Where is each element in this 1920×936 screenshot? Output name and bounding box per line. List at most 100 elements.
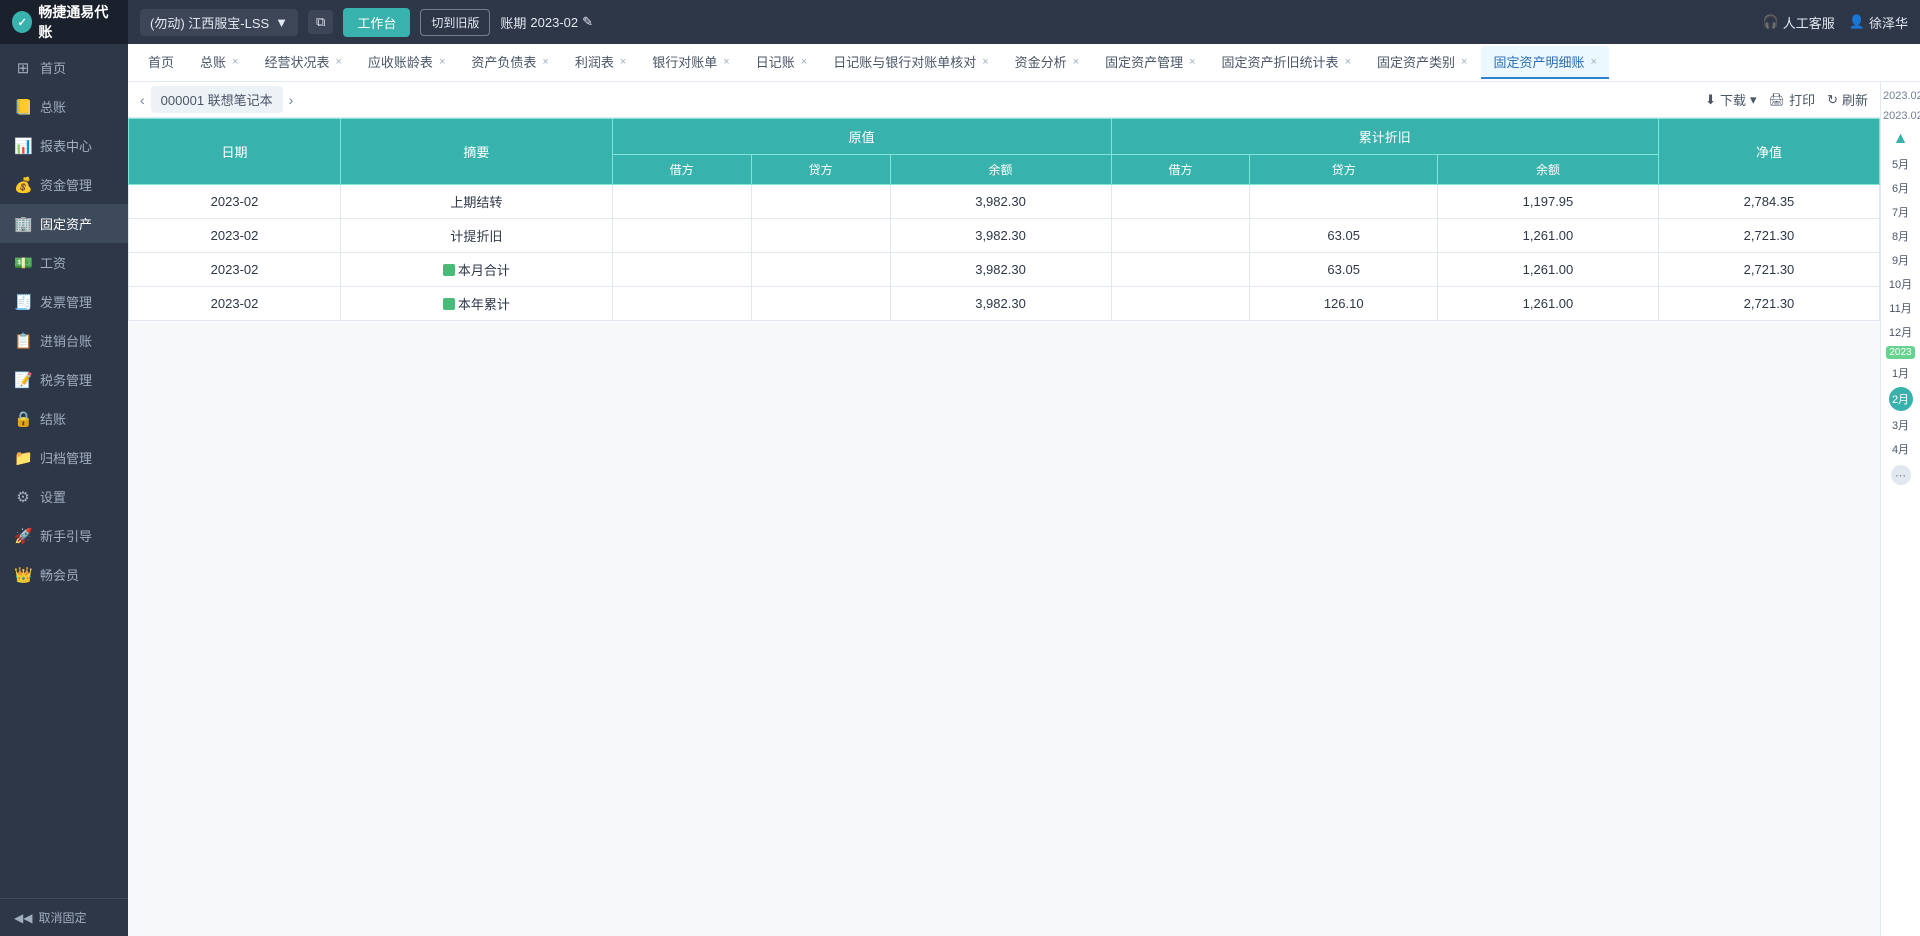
period-edit-icon[interactable]: ✎ <box>582 14 593 30</box>
cell-orig-credit <box>751 253 890 287</box>
right-panel-month[interactable]: 3月 <box>1881 413 1920 437</box>
company-selector[interactable]: (勿动) 江西服宝-LSS ▼ <box>140 9 298 36</box>
sub-tab-item[interactable]: 000001 联想笔记本 <box>151 86 283 113</box>
tab-bank-check[interactable]: 日记账与银行对账单核对× <box>821 46 1000 79</box>
tab-fixed-type[interactable]: 固定资产类别× <box>1365 46 1479 79</box>
tab-close-fund[interactable]: × <box>1073 56 1079 68</box>
tab-close-general[interactable]: × <box>232 56 238 68</box>
switch-old-button[interactable]: 切到旧版 <box>420 9 490 36</box>
cell-depr-debit <box>1111 287 1250 321</box>
right-panel-up-arrow[interactable]: ▲ <box>1889 126 1913 152</box>
tab-close-fixed-detail[interactable]: × <box>1590 56 1596 68</box>
tab-label-profit: 利润表 <box>575 52 614 71</box>
sidebar-item-general[interactable]: 📒 总账 <box>0 87 128 126</box>
tab-close-journal[interactable]: × <box>801 56 807 68</box>
tab-fixed-manage[interactable]: 固定资产管理 × <box>1093 46 1207 79</box>
sidebar-item-wage[interactable]: 💵工资 <box>0 243 128 282</box>
nav-next[interactable]: › <box>289 92 294 108</box>
sidebar-icon-sales: 📋 <box>14 332 32 350</box>
right-panel-month[interactable]: 9月 <box>1881 248 1920 272</box>
tab-receivable[interactable]: 应收账龄表× <box>356 46 457 79</box>
tab-close-receivable[interactable]: × <box>439 56 445 68</box>
tab-general[interactable]: 总账× <box>188 46 250 79</box>
company-dropdown-icon: ▼ <box>275 15 288 30</box>
right-panel-month[interactable]: 6月 <box>1881 176 1920 200</box>
tab-close-bank-check[interactable]: × <box>982 56 988 68</box>
tab-profit[interactable]: 利润表 × <box>563 46 638 79</box>
user-avatar[interactable]: 👤 徐泽华 <box>1849 13 1908 32</box>
sidebar-item-archive[interactable]: 📁归档管理 <box>0 438 128 477</box>
sidebar-item-member[interactable]: 👑畅会员 <box>0 555 128 594</box>
sidebar-pin[interactable]: ◀◀ 取消固定 <box>0 898 128 936</box>
sidebar-item-home[interactable]: ⊞首页 <box>0 48 128 87</box>
sidebar-item-fixed[interactable]: 🏢固定资产 <box>0 204 128 243</box>
tab-home[interactable]: 首页 <box>136 46 186 79</box>
table-row: 2023-02 本年累计 3,982.30 126.10 1,261.00 2,… <box>129 287 1880 321</box>
tab-bar: 首页总账×经营状况表×应收账龄表×资产负债表×利润表×银行对账单×日记账×日记账… <box>128 44 1920 82</box>
tab-label-assets: 资产负债表 <box>471 52 536 71</box>
sidebar-item-invoice[interactable]: 🧾发票管理 <box>0 282 128 321</box>
right-panel-month[interactable]: 7月 <box>1881 200 1920 224</box>
th-depr-credit: 贷方 <box>1250 155 1438 185</box>
right-panel-month[interactable]: 1月 <box>1881 361 1920 385</box>
sidebar-label-general: 总账 <box>40 97 66 116</box>
download-button[interactable]: ⬇ 下载 ▾ <box>1705 90 1756 109</box>
tab-close-profit[interactable]: × <box>620 56 626 68</box>
right-panel-month[interactable]: 10月 <box>1881 272 1920 296</box>
tab-journal[interactable]: 日记账× <box>744 46 819 79</box>
period-value: 2023-02 <box>530 15 578 30</box>
cell-depr-credit: 63.05 <box>1250 219 1438 253</box>
tab-status[interactable]: 经营状况表× <box>252 46 353 79</box>
sidebar-item-settings[interactable]: ⚙设置 <box>0 477 128 516</box>
sidebar-icon-guide: 🚀 <box>14 527 32 545</box>
cell-net: 2,721.30 <box>1658 253 1879 287</box>
table-container: 日期 摘要 原值 累计折旧 净值 借方 贷方 余额 借方 贷方 余额 <box>128 118 1880 936</box>
copy-button[interactable]: ⧉ <box>308 10 333 34</box>
right-panel-active-month[interactable]: 2月 <box>1889 387 1913 411</box>
sidebar-label-fixed: 固定资产 <box>40 214 92 233</box>
cell-depr-balance: 1,261.00 <box>1437 219 1658 253</box>
th-orig-credit: 贷方 <box>751 155 890 185</box>
sidebar-item-sales[interactable]: 📋进销台账 <box>0 321 128 360</box>
right-panel-month[interactable]: 5月 <box>1881 152 1920 176</box>
sidebar-item-guide[interactable]: 🚀 新手引导 <box>0 516 128 555</box>
table-row: 2023-02 计提折旧 3,982.30 63.05 1,261.00 2,7… <box>129 219 1880 253</box>
right-panel-year-top2[interactable]: 2023.02 <box>1881 106 1920 126</box>
sidebar-item-closing[interactable]: 🔒结账 <box>0 399 128 438</box>
tab-label-fund: 资金分析 <box>1015 52 1067 71</box>
right-panel-month[interactable]: 11月 <box>1881 296 1920 320</box>
sidebar-item-fund[interactable]: 💰资金管理 <box>0 165 128 204</box>
tab-bank[interactable]: 银行对账单× <box>640 46 741 79</box>
tab-fixed-depr[interactable]: 固定资产折旧统计表× <box>1210 46 1363 79</box>
cell-net: 2,721.30 <box>1658 219 1879 253</box>
topbar-right: 🎧 人工客服 👤 徐泽华 <box>1763 13 1908 32</box>
sidebar-item-tax[interactable]: 📝税务管理 <box>0 360 128 399</box>
tab-close-fixed-depr[interactable]: × <box>1345 56 1351 68</box>
right-panel-month[interactable]: 4月 <box>1881 437 1920 461</box>
tab-close-status[interactable]: × <box>335 56 341 68</box>
tab-fixed-detail[interactable]: 固定资产明细账× <box>1481 46 1608 79</box>
right-panel-month[interactable]: 12月 <box>1881 320 1920 344</box>
sidebar-label-guide: 新手引导 <box>40 526 92 545</box>
nav-prev[interactable]: ‹ <box>140 92 145 108</box>
tab-label-home: 首页 <box>148 52 174 71</box>
workbench-button[interactable]: 工作台 <box>343 8 410 37</box>
right-panel-year-top[interactable]: 2023.02 <box>1881 86 1920 106</box>
right-panel-scroll-button[interactable]: ⋯ <box>1891 465 1911 485</box>
right-panel-month[interactable]: 8月 <box>1881 224 1920 248</box>
tab-close-bank[interactable]: × <box>723 56 729 68</box>
tab-assets[interactable]: 资产负债表 × <box>459 46 560 79</box>
cell-depr-debit <box>1111 185 1250 219</box>
tab-close-fixed-manage[interactable]: × <box>1189 56 1195 68</box>
cell-depr-balance: 1,197.95 <box>1437 185 1658 219</box>
human-service[interactable]: 🎧 人工客服 <box>1763 13 1835 32</box>
main-area: (勿动) 江西服宝-LSS ▼ ⧉ 工作台 切到旧版 账期 2023-02 ✎ … <box>128 0 1920 936</box>
tab-close-assets[interactable]: × <box>542 56 548 68</box>
sidebar-item-reports[interactable]: 📊报表中心 <box>0 126 128 165</box>
sidebar-icon-general: 📒 <box>14 98 32 116</box>
tab-label-fixed-manage: 固定资产管理 <box>1105 52 1183 71</box>
tab-close-fixed-type[interactable]: × <box>1461 56 1467 68</box>
print-button[interactable]: 🖨 打印 <box>1769 90 1816 109</box>
tab-fund[interactable]: 资金分析 × <box>1003 46 1091 79</box>
refresh-button[interactable]: ↻ 刷新 <box>1827 90 1868 109</box>
